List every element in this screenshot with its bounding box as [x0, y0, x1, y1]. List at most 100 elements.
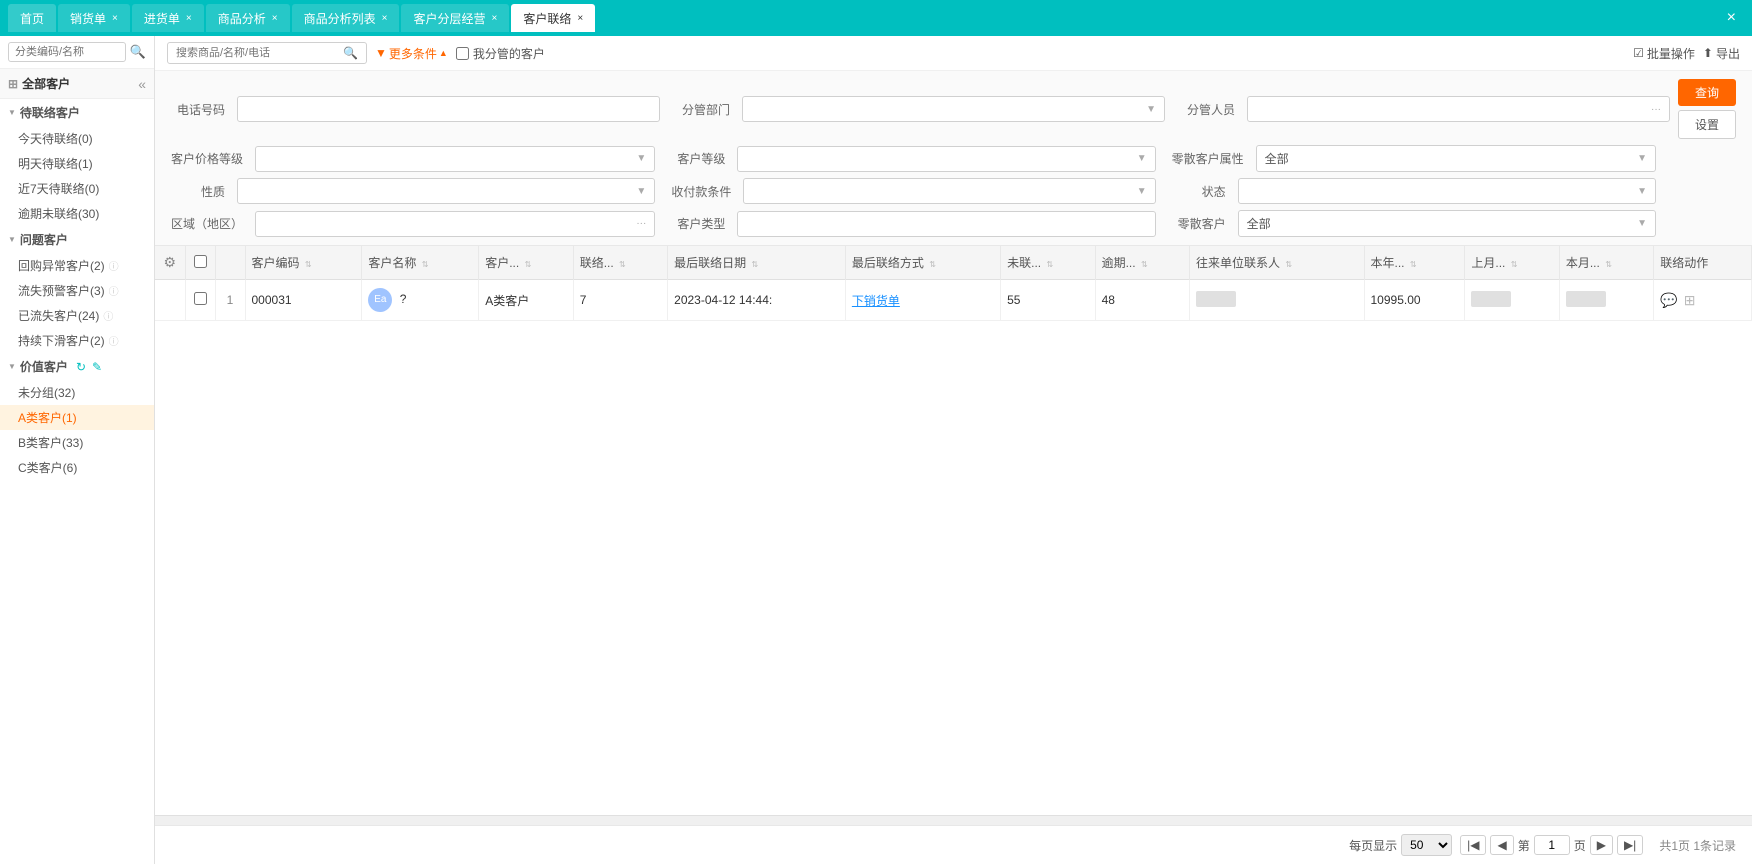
col-name-sort[interactable]: ⇅: [422, 260, 429, 269]
churn-warning-label: 流失预警客户(3): [18, 282, 105, 299]
sidebar-search-icon[interactable]: 🔍: [130, 44, 146, 60]
sidebar-section-pending-header[interactable]: ▼ 待联络客户: [0, 99, 154, 126]
sidebar-item-overdue[interactable]: 逾期未联络(30): [0, 201, 154, 226]
export-button[interactable]: ⬆ 导出: [1703, 45, 1740, 62]
tab-home[interactable]: 首页: [8, 4, 56, 32]
customer-type-input[interactable]: [737, 211, 1155, 237]
col-tmonth-sort[interactable]: ⇅: [1605, 260, 1612, 269]
filter-cell-dept: 分管部门 ▼: [676, 96, 1165, 122]
row-name: Ea ?: [362, 280, 479, 321]
gear-icon[interactable]: ⚙: [163, 254, 176, 270]
top-nav: 首页 销货单 × 进货单 × 商品分析 × 商品分析列表 × 客户分层经营 × …: [0, 0, 1752, 36]
my-customers-checkbox[interactable]: [456, 47, 469, 60]
sidebar-item-repeat-abnormal[interactable]: 回购异常客户(2) ⓘ: [0, 253, 154, 278]
tab-sales-close[interactable]: ×: [112, 13, 118, 24]
query-button[interactable]: 查询: [1678, 79, 1736, 106]
sidebar-section-value-header[interactable]: ▼ 价值客户 ↻ ✎: [0, 353, 154, 380]
qr-icon[interactable]: ⊞: [1684, 292, 1696, 309]
filter-search-icon[interactable]: 🔍: [343, 46, 358, 60]
col-lmonth-sort[interactable]: ⇅: [1511, 260, 1518, 269]
sidebar-item-class-c[interactable]: C类客户(6): [0, 455, 154, 480]
row-last-month-value: [1471, 291, 1511, 307]
refresh-icon[interactable]: ↻: [76, 360, 86, 374]
col-date-sort[interactable]: ⇅: [752, 260, 759, 269]
col-code-sort[interactable]: ⇅: [305, 260, 312, 269]
col-unit-sort[interactable]: ⇅: [1285, 260, 1292, 269]
retail-label: 零散客户: [1172, 215, 1232, 232]
more-conditions-btn[interactable]: ▼ 更多条件 ▲: [375, 45, 448, 62]
tab-customer-layer-close[interactable]: ×: [491, 13, 497, 24]
col-method-sort[interactable]: ⇅: [929, 260, 936, 269]
sidebar-item-declining[interactable]: 持续下滑客户(2) ⓘ: [0, 328, 154, 353]
sidebar-section-problem-header[interactable]: ▼ 问题客户: [0, 226, 154, 253]
next-page-button[interactable]: ▶: [1590, 835, 1613, 855]
sidebar-item-ungroup[interactable]: 未分组(32): [0, 380, 154, 405]
sidebar-collapse-icon[interactable]: «: [138, 76, 146, 92]
sidebar-item-today[interactable]: 今天待联络(0): [0, 126, 154, 151]
col-nocontact-sort[interactable]: ⇅: [1046, 260, 1053, 269]
tab-analysis-list-close[interactable]: ×: [382, 13, 388, 24]
tab-customer-layer[interactable]: 客户分层经营 ×: [401, 4, 509, 32]
row-checkbox[interactable]: [194, 292, 207, 305]
filter-search-input[interactable]: [176, 47, 339, 59]
tab-analysis[interactable]: 商品分析 ×: [206, 4, 290, 32]
col-year-sort[interactable]: ⇅: [1410, 260, 1417, 269]
bottom-scrollbar[interactable]: [155, 815, 1752, 825]
tab-sales[interactable]: 销货单 ×: [58, 4, 130, 32]
row-unit-contact: [1190, 280, 1364, 321]
sidebar-item-class-b[interactable]: B类客户(33): [0, 430, 154, 455]
region-input[interactable]: ···: [255, 211, 655, 237]
sidebar: 🔍 ⊞ 全部客户 « ▼ 待联络客户 今天待联络(0) 明天待联络(1) 近7天…: [0, 36, 155, 864]
customer-level-input[interactable]: ▼: [737, 146, 1155, 172]
col-contact-sort[interactable]: ⇅: [619, 260, 626, 269]
nature-input[interactable]: ▼: [237, 178, 655, 204]
table-header-row: ⚙ 客户编码 ⇅ 客户名称 ⇅: [155, 246, 1752, 280]
dept-input[interactable]: ▼: [742, 96, 1165, 122]
retail-input[interactable]: 全部 ▼: [1238, 210, 1656, 237]
sidebar-item-churn-warning[interactable]: 流失预警客户(3) ⓘ: [0, 278, 154, 303]
col-overdue-sort[interactable]: ⇅: [1141, 260, 1148, 269]
problem-section-title: 问题客户: [20, 231, 68, 248]
sidebar-item-churned[interactable]: 已流失客户(24) ⓘ: [0, 303, 154, 328]
col-customer-type: 客户... ⇅: [479, 246, 573, 280]
sidebar-item-7days[interactable]: 近7天待联络(0): [0, 176, 154, 201]
total-records: 共1页 1条记录: [1659, 837, 1736, 854]
price-level-input[interactable]: ▼: [255, 146, 655, 172]
customers-table: ⚙ 客户编码 ⇅ 客户名称 ⇅: [155, 246, 1752, 321]
retail-attr-input[interactable]: 全部 ▼: [1256, 145, 1656, 172]
pagination-bar: 每页显示 50 100 200 |◀ ◀ 第 页 ▶ ▶| 共1页 1条记录: [155, 825, 1752, 864]
close-app-button[interactable]: ×: [1719, 5, 1744, 31]
batch-ops-button[interactable]: ☑ 批量操作: [1633, 45, 1695, 62]
tab-customer-contact-close[interactable]: ×: [577, 13, 583, 24]
settings-button[interactable]: 设置: [1678, 110, 1736, 139]
tab-purchase-close[interactable]: ×: [186, 13, 192, 24]
sidebar-item-tomorrow[interactable]: 明天待联络(1): [0, 151, 154, 176]
payment-arrow: ▼: [1137, 186, 1147, 197]
payment-input[interactable]: ▼: [743, 178, 1155, 204]
tab-customer-contact[interactable]: 客户联络 ×: [511, 4, 595, 32]
filter-cell-payment: 收付款条件 ▼: [671, 178, 1155, 204]
phone-input[interactable]: [237, 96, 660, 122]
tab-analysis-close[interactable]: ×: [272, 13, 278, 24]
status-input[interactable]: ▼: [1238, 178, 1656, 204]
declining-label: 持续下滑客户(2): [18, 332, 105, 349]
sidebar-item-class-a[interactable]: A类客户(1): [0, 405, 154, 430]
prev-page-button[interactable]: ◀: [1490, 835, 1513, 855]
first-page-button[interactable]: |◀: [1460, 835, 1486, 855]
sidebar-search-input[interactable]: [8, 42, 126, 62]
col-type-sort[interactable]: ⇅: [525, 260, 532, 269]
contact-method-link[interactable]: 下销货单: [852, 294, 900, 308]
last-page-button[interactable]: ▶|: [1617, 835, 1643, 855]
tab-analysis-list[interactable]: 商品分析列表 ×: [292, 4, 400, 32]
edit-icon[interactable]: ✎: [92, 360, 102, 374]
advanced-filter-panel: 电话号码 分管部门 ▼ 分管人员: [155, 71, 1752, 246]
per-page-select[interactable]: 50 100 200: [1401, 834, 1452, 856]
select-all-checkbox[interactable]: [194, 255, 207, 268]
chat-icon[interactable]: 💬: [1660, 292, 1677, 309]
tab-purchase[interactable]: 进货单 ×: [132, 4, 204, 32]
triangle-icon2: ▼: [8, 235, 16, 244]
tab-analysis-label: 商品分析: [218, 10, 266, 27]
filter-search-box[interactable]: 🔍: [167, 42, 367, 64]
person-input[interactable]: ···: [1247, 96, 1670, 122]
page-number-input[interactable]: [1534, 835, 1570, 855]
